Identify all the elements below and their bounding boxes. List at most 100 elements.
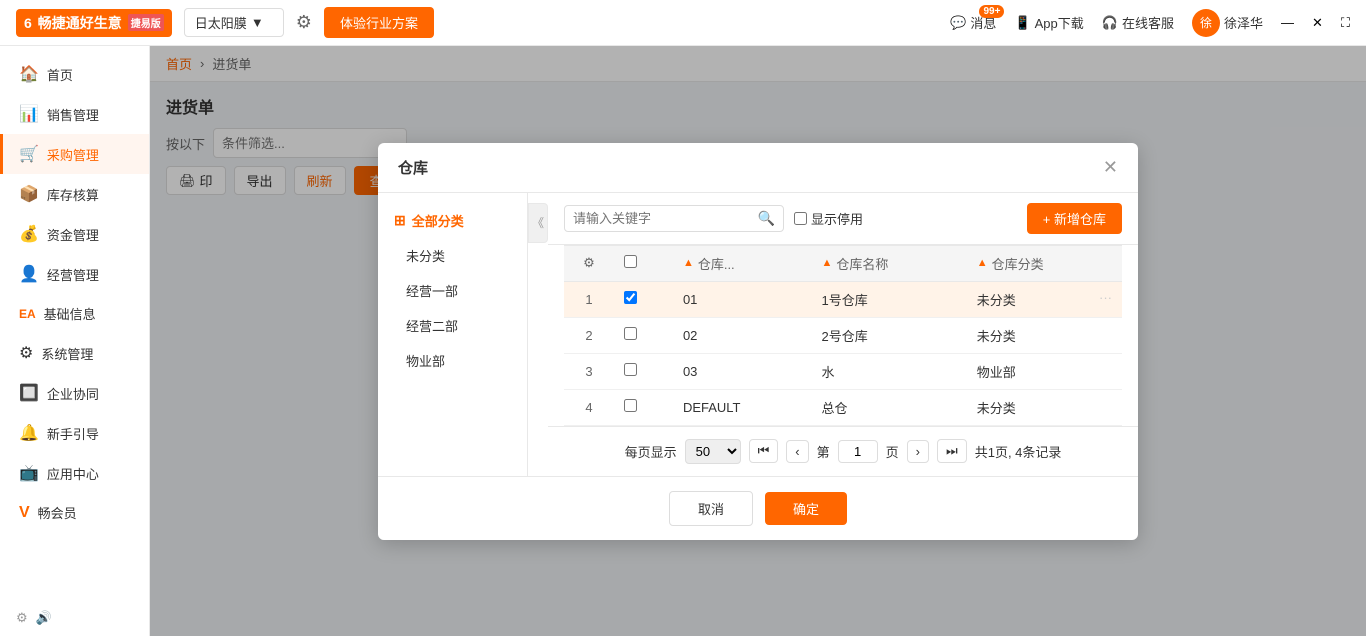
warehouse-modal: 仓库 ✕ ⊞ 全部分类 未分类 经营一部 经营二部 物业部 <box>378 143 1138 540</box>
sidebar-item-system[interactable]: ⚙ 系统管理 <box>0 333 149 373</box>
speaker-icon[interactable]: 🔊 <box>36 610 52 626</box>
message-button[interactable]: 💬 消息 99+ <box>950 13 996 32</box>
sidebar-item-purchase[interactable]: 🛒 采购管理 <box>0 134 149 174</box>
logo-sub: 捷易版 <box>128 14 164 31</box>
show-disabled-text: 显示停用 <box>811 209 863 228</box>
appcenter-icon: 📺 <box>19 463 39 483</box>
operations-icon: 👤 <box>19 264 39 284</box>
modal-sidebar-item-operations2[interactable]: 经营二部 <box>378 308 527 343</box>
collapse-icon: 《 <box>532 214 544 231</box>
prev-page-button[interactable]: ‹ <box>786 440 808 463</box>
next-page-button[interactable]: › <box>907 440 929 463</box>
modal-overlay: 仓库 ✕ ⊞ 全部分类 未分类 经营一部 经营二部 物业部 <box>150 46 1366 636</box>
user-menu[interactable]: 徐 徐泽华 <box>1192 9 1263 37</box>
sidebar-label-home: 首页 <box>47 65 73 84</box>
table-row[interactable]: 3 03 水 物业部 <box>564 353 1122 389</box>
dropdown-icon: ▼ <box>251 15 264 30</box>
avatar: 徐 <box>1192 9 1220 37</box>
row-checkbox[interactable] <box>624 291 637 304</box>
sidebar-label-basic: 基础信息 <box>44 304 96 323</box>
modal-body: ⊞ 全部分类 未分类 经营一部 经营二部 物业部 《 <box>378 193 1138 476</box>
table-row[interactable]: 4 DEFAULT 总仓 未分类 <box>564 389 1122 425</box>
row-num: 4 <box>564 389 614 425</box>
modal-sidebar-item-operations1[interactable]: 经营一部 <box>378 273 527 308</box>
modal-sidebar-all-categories[interactable]: ⊞ 全部分类 <box>378 203 527 238</box>
row-more-btn[interactable]: ··· <box>1099 290 1112 305</box>
sidebar-item-inventory[interactable]: 📦 库存核算 <box>0 174 149 214</box>
last-page-button[interactable]: ⏭ <box>937 439 967 463</box>
row-num: 3 <box>564 353 614 389</box>
table-row[interactable]: 1 01 1号仓库 未分类 ··· <box>564 281 1122 317</box>
confirm-button[interactable]: 确定 <box>765 492 847 525</box>
modal-sidebar-item-property[interactable]: 物业部 <box>378 343 527 378</box>
inventory-icon: 📦 <box>19 184 39 204</box>
page-suffix: 页 <box>886 442 899 461</box>
sidebar-label-guide: 新手引导 <box>47 424 99 443</box>
search-icon: 🔍 <box>758 210 775 227</box>
row-checkbox[interactable] <box>624 399 637 412</box>
first-page-button[interactable]: ⏮ <box>749 439 779 463</box>
add-warehouse-button[interactable]: + 新增仓库 <box>1027 203 1122 234</box>
sidebar-label-system: 系统管理 <box>41 344 93 363</box>
th-code-label: 仓库... <box>698 254 735 273</box>
sidebar-item-guide[interactable]: 🔔 新手引导 <box>0 413 149 453</box>
basic-icon: EA <box>19 307 36 321</box>
sidebar-item-finance[interactable]: 💰 资金管理 <box>0 214 149 254</box>
cancel-button[interactable]: 取消 <box>669 491 753 526</box>
sidebar-item-appcenter[interactable]: 📺 应用中心 <box>0 453 149 493</box>
minimize-icon[interactable]: — <box>1281 15 1294 30</box>
search-box: 🔍 <box>564 205 784 232</box>
row-checkbox[interactable] <box>624 327 637 340</box>
page-number-input[interactable] <box>838 440 878 463</box>
store-selector[interactable]: 日太阳膜 ▼ <box>184 8 284 37</box>
table-header-row: ⚙ ▲ 仓库... <box>564 245 1122 281</box>
modal-close-button[interactable]: ✕ <box>1103 157 1118 178</box>
sidebar-label-appcenter: 应用中心 <box>47 464 99 483</box>
sidebar-label-finance: 资金管理 <box>47 225 99 244</box>
per-page-select[interactable]: 50 10 20 100 <box>685 439 741 464</box>
logo-number: 6 <box>24 15 32 31</box>
modal-header: 仓库 ✕ <box>378 143 1138 193</box>
show-disabled-checkbox[interactable] <box>794 212 807 225</box>
settings-icon[interactable]: ⚙ <box>296 12 312 33</box>
app-download-button[interactable]: 📱 App下载 <box>1014 13 1083 32</box>
guide-icon: 🔔 <box>19 423 39 443</box>
search-input[interactable] <box>573 211 754 226</box>
sales-icon: 📊 <box>19 104 39 124</box>
row-code: 02 <box>673 317 812 353</box>
expand-icon[interactable]: ⛶ <box>1341 15 1350 31</box>
app-download-label: App下载 <box>1035 13 1084 32</box>
online-service-label: 在线客服 <box>1122 13 1174 32</box>
purchase-icon: 🛒 <box>19 144 39 164</box>
modal-content-area: 🔍 显示停用 + 新增仓库 <box>548 193 1138 476</box>
total-records: 共1页, 4条记录 <box>975 442 1062 461</box>
modal-sidebar-collapse-button[interactable]: 《 <box>528 203 548 243</box>
main-area: 首页 › 进货单 进货单 按以下 🖨 印 导出 刷新 查询 设置 仓库 <box>150 46 1366 636</box>
settings-bottom-icon[interactable]: ⚙ <box>16 610 28 626</box>
sidebar-item-sales[interactable]: 📊 销售管理 <box>0 94 149 134</box>
row-checkbox[interactable] <box>624 363 637 376</box>
layout: 🏠 首页 📊 销售管理 🛒 采购管理 📦 库存核算 💰 资金管理 👤 经营管理 … <box>0 46 1366 636</box>
sidebar-item-basic[interactable]: EA 基础信息 <box>0 294 149 333</box>
sidebar-item-member[interactable]: V 畅会员 <box>0 493 149 532</box>
trial-button[interactable]: 体验行业方案 <box>324 7 434 38</box>
username: 徐泽华 <box>1224 13 1263 32</box>
row-code: DEFAULT <box>673 389 812 425</box>
th-name: ▲ 仓库名称 <box>811 245 966 281</box>
show-disabled-label: 显示停用 <box>794 209 863 228</box>
close-icon[interactable]: ✕ <box>1312 15 1323 31</box>
row-category: 未分类 ··· <box>967 281 1122 317</box>
modal-sidebar: ⊞ 全部分类 未分类 经营一部 经营二部 物业部 <box>378 193 528 476</box>
modal-sidebar-item-unclassified[interactable]: 未分类 <box>378 238 527 273</box>
select-all-checkbox[interactable] <box>624 255 637 268</box>
th-category-label: 仓库分类 <box>992 254 1044 273</box>
user-initials: 徐 <box>1200 14 1212 31</box>
sidebar-label-purchase: 采购管理 <box>47 145 99 164</box>
row-name: 2号仓库 <box>811 317 966 353</box>
sidebar-item-operations[interactable]: 👤 经营管理 <box>0 254 149 294</box>
sort-icon-category: ▲ <box>977 257 988 269</box>
sidebar-item-enterprise[interactable]: 🔲 企业协同 <box>0 373 149 413</box>
online-service-button[interactable]: 🎧 在线客服 <box>1102 13 1174 32</box>
sidebar-item-home[interactable]: 🏠 首页 <box>0 54 149 94</box>
table-row[interactable]: 2 02 2号仓库 未分类 <box>564 317 1122 353</box>
